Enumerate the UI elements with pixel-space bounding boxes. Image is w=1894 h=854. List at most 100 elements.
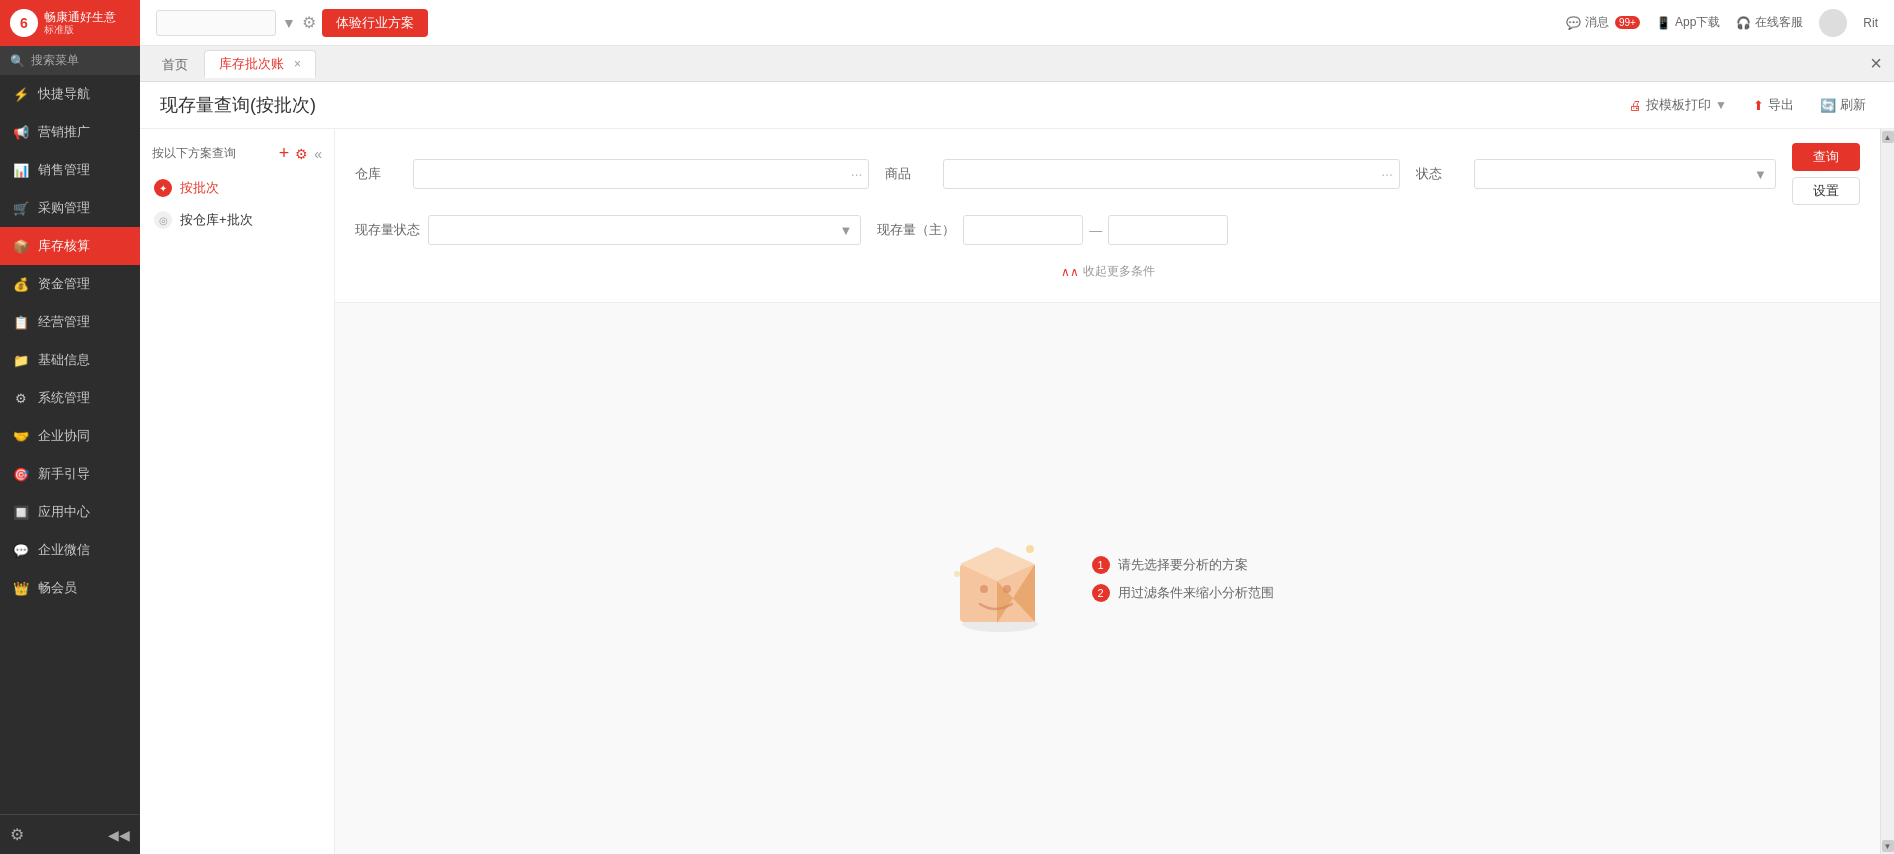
app-icon: 6 bbox=[10, 9, 38, 37]
topbar-dropdown-btn[interactable]: ▼ bbox=[282, 15, 296, 31]
query-form: 仓库 ··· 商品 ··· 状态 bbox=[335, 129, 1880, 303]
member-icon: 👑 bbox=[12, 579, 30, 597]
scroll-up-btn[interactable]: ▲ bbox=[1882, 131, 1894, 143]
scheme-settings-btn[interactable]: ⚙ bbox=[295, 143, 308, 164]
topbar-left: ▼ ⚙ 体验行业方案 bbox=[156, 9, 1556, 37]
page-header: 现存量查询(按批次) 🖨 按模板打印 ▼ ⬆ 导出 🔄 刷新 bbox=[140, 82, 1894, 129]
stock-qty-max[interactable] bbox=[1108, 215, 1228, 245]
wechat-icon: 💬 bbox=[12, 541, 30, 559]
sidebar-item-enterprise[interactable]: 🤝 企业协同 bbox=[0, 417, 140, 455]
user-name[interactable]: Rit bbox=[1863, 16, 1878, 30]
warehouse-input[interactable] bbox=[414, 167, 845, 182]
sidebar-item-business[interactable]: 📋 经营管理 bbox=[0, 303, 140, 341]
add-scheme-btn[interactable]: + bbox=[279, 143, 290, 164]
apps-icon: 🔲 bbox=[12, 503, 30, 521]
sidebar-item-newbie[interactable]: 🎯 新手引导 bbox=[0, 455, 140, 493]
filter-panel-actions: + ⚙ « bbox=[279, 143, 322, 164]
stock-status-dropdown[interactable]: ▼ bbox=[428, 215, 861, 245]
goods-field: 商品 ··· bbox=[885, 159, 1399, 189]
sidebar-item-sales[interactable]: 📊 销售管理 bbox=[0, 151, 140, 189]
service-icon: 🎧 bbox=[1736, 16, 1751, 30]
topbar-gear-btn[interactable]: ⚙ bbox=[302, 13, 316, 32]
enterprise-icon: 🤝 bbox=[12, 427, 30, 445]
goods-input-wrapper: ··· bbox=[943, 159, 1399, 189]
user-avatar[interactable] bbox=[1819, 9, 1847, 37]
scheme-by-warehouse-batch[interactable]: ◎ 按仓库+批次 bbox=[140, 204, 334, 236]
page-actions: 🖨 按模板打印 ▼ ⬆ 导出 🔄 刷新 bbox=[1621, 92, 1874, 118]
sidebar-item-marketing[interactable]: 📢 营销推广 bbox=[0, 113, 140, 151]
print-btn[interactable]: 🖨 按模板打印 ▼ bbox=[1621, 92, 1735, 118]
sidebar-item-inventory[interactable]: 📦 库存核算 bbox=[0, 227, 140, 265]
tab-inventory-batch[interactable]: 库存批次账 × bbox=[204, 50, 316, 78]
status-dropdown-arrow: ▼ bbox=[1754, 167, 1767, 182]
business-icon: 📋 bbox=[12, 313, 30, 331]
svg-point-7 bbox=[954, 571, 960, 577]
app-download-btn[interactable]: 📱 App下载 bbox=[1656, 14, 1720, 31]
sidebar-collapse-btn[interactable]: ◀◀ bbox=[108, 827, 130, 843]
empty-tip-2: 2 用过滤条件来缩小分析范围 bbox=[1092, 584, 1274, 602]
warehouse-input-wrapper: ··· bbox=[413, 159, 869, 189]
goods-input[interactable] bbox=[944, 167, 1375, 182]
stock-status-arrow: ▼ bbox=[839, 223, 852, 238]
settings-btn[interactable]: 设置 bbox=[1792, 177, 1860, 205]
form-row-2: 现存量状态 ▼ 现存量（主） — bbox=[355, 215, 1860, 245]
export-btn[interactable]: ⬆ 导出 bbox=[1745, 92, 1802, 118]
empty-tip-1: 1 请先选择要分析的方案 bbox=[1092, 556, 1274, 574]
warehouse-field: 仓库 ··· bbox=[355, 159, 869, 189]
svg-point-6 bbox=[1026, 545, 1034, 553]
sidebar-menu: ⚡ 快捷导航 📢 营销推广 📊 销售管理 🛒 采购管理 📦 库存核算 💰 资金管… bbox=[0, 75, 140, 814]
sidebar-search[interactable]: 🔍 搜索菜单 bbox=[0, 46, 140, 75]
form-row-1: 仓库 ··· 商品 ··· 状态 bbox=[355, 143, 1860, 205]
query-btn[interactable]: 查询 bbox=[1792, 143, 1860, 171]
collapse-icon: ∧∧ bbox=[1061, 265, 1079, 279]
scheme-by-batch[interactable]: ✦ 按批次 bbox=[140, 172, 334, 204]
page-title: 现存量查询(按批次) bbox=[160, 93, 316, 117]
filter-panel-header: 按以下方案查询 + ⚙ « bbox=[140, 139, 334, 172]
purchase-icon: 🛒 bbox=[12, 199, 30, 217]
sidebar-item-wechat[interactable]: 💬 企业微信 bbox=[0, 531, 140, 569]
sales-icon: 📊 bbox=[12, 161, 30, 179]
sidebar: 6 畅康通好生意 标准版 🔍 搜索菜单 ⚡ 快捷导航 📢 营销推广 📊 销售管理… bbox=[0, 0, 140, 854]
status-field: 状态 ▼ bbox=[1416, 159, 1776, 189]
sidebar-item-basic[interactable]: 📁 基础信息 bbox=[0, 341, 140, 379]
refresh-btn[interactable]: 🔄 刷新 bbox=[1812, 92, 1874, 118]
warehouse-more-btn[interactable]: ··· bbox=[845, 166, 869, 182]
tab-home[interactable]: 首页 bbox=[148, 52, 202, 78]
topbar-search-input[interactable] bbox=[156, 10, 276, 36]
scheme-warehouse-batch-icon: ◎ bbox=[154, 211, 172, 229]
newbie-icon: 🎯 bbox=[12, 465, 30, 483]
right-scrollbar: ▲ ▼ bbox=[1880, 129, 1894, 854]
online-service-btn[interactable]: 🎧 在线客服 bbox=[1736, 14, 1803, 31]
basic-icon: 📁 bbox=[12, 351, 30, 369]
tab-close-btn[interactable]: × bbox=[294, 57, 301, 71]
refresh-icon: 🔄 bbox=[1820, 98, 1836, 113]
scheme-batch-icon: ✦ bbox=[154, 179, 172, 197]
topbar: ▼ ⚙ 体验行业方案 💬 消息 99+ 📱 App下载 🎧 在线客服 Rit bbox=[140, 0, 1894, 46]
sidebar-item-member[interactable]: 👑 畅会员 bbox=[0, 569, 140, 607]
svg-point-4 bbox=[980, 585, 988, 593]
sidebar-item-purchase[interactable]: 🛒 采购管理 bbox=[0, 189, 140, 227]
sidebar-item-finance[interactable]: 💰 资金管理 bbox=[0, 265, 140, 303]
scroll-down-btn[interactable]: ▼ bbox=[1882, 840, 1894, 852]
print-dropdown-icon[interactable]: ▼ bbox=[1715, 98, 1727, 112]
industry-btn[interactable]: 体验行业方案 bbox=[322, 9, 428, 37]
query-buttons: 查询 设置 bbox=[1792, 143, 1860, 205]
collapse-filter-btn[interactable]: « bbox=[314, 143, 322, 164]
empty-state: 1 请先选择要分析的方案 2 用过滤条件来缩小分析范围 bbox=[335, 303, 1880, 854]
tab-panel-close-btn[interactable]: × bbox=[1866, 52, 1886, 75]
filter-panel: 按以下方案查询 + ⚙ « ✦ 按批次 ◎ 按仓库+批次 bbox=[140, 129, 335, 854]
messages-btn[interactable]: 💬 消息 99+ bbox=[1566, 14, 1640, 31]
sidebar-settings-btn[interactable]: ⚙ bbox=[10, 825, 24, 844]
empty-illustration bbox=[942, 519, 1062, 639]
download-icon: 📱 bbox=[1656, 16, 1671, 30]
goods-more-btn[interactable]: ··· bbox=[1375, 166, 1399, 182]
collapse-more-btn[interactable]: ∧∧ 收起更多条件 bbox=[355, 255, 1860, 288]
search-icon: 🔍 bbox=[10, 54, 25, 68]
sidebar-item-quick-nav[interactable]: ⚡ 快捷导航 bbox=[0, 75, 140, 113]
sidebar-item-system[interactable]: ⚙ 系统管理 bbox=[0, 379, 140, 417]
stock-qty-min[interactable] bbox=[963, 215, 1083, 245]
sidebar-item-apps[interactable]: 🔲 应用中心 bbox=[0, 493, 140, 531]
status-dropdown[interactable]: ▼ bbox=[1474, 159, 1776, 189]
topbar-right: 💬 消息 99+ 📱 App下载 🎧 在线客服 Rit bbox=[1566, 9, 1878, 37]
stock-qty-range: — bbox=[963, 215, 1383, 245]
